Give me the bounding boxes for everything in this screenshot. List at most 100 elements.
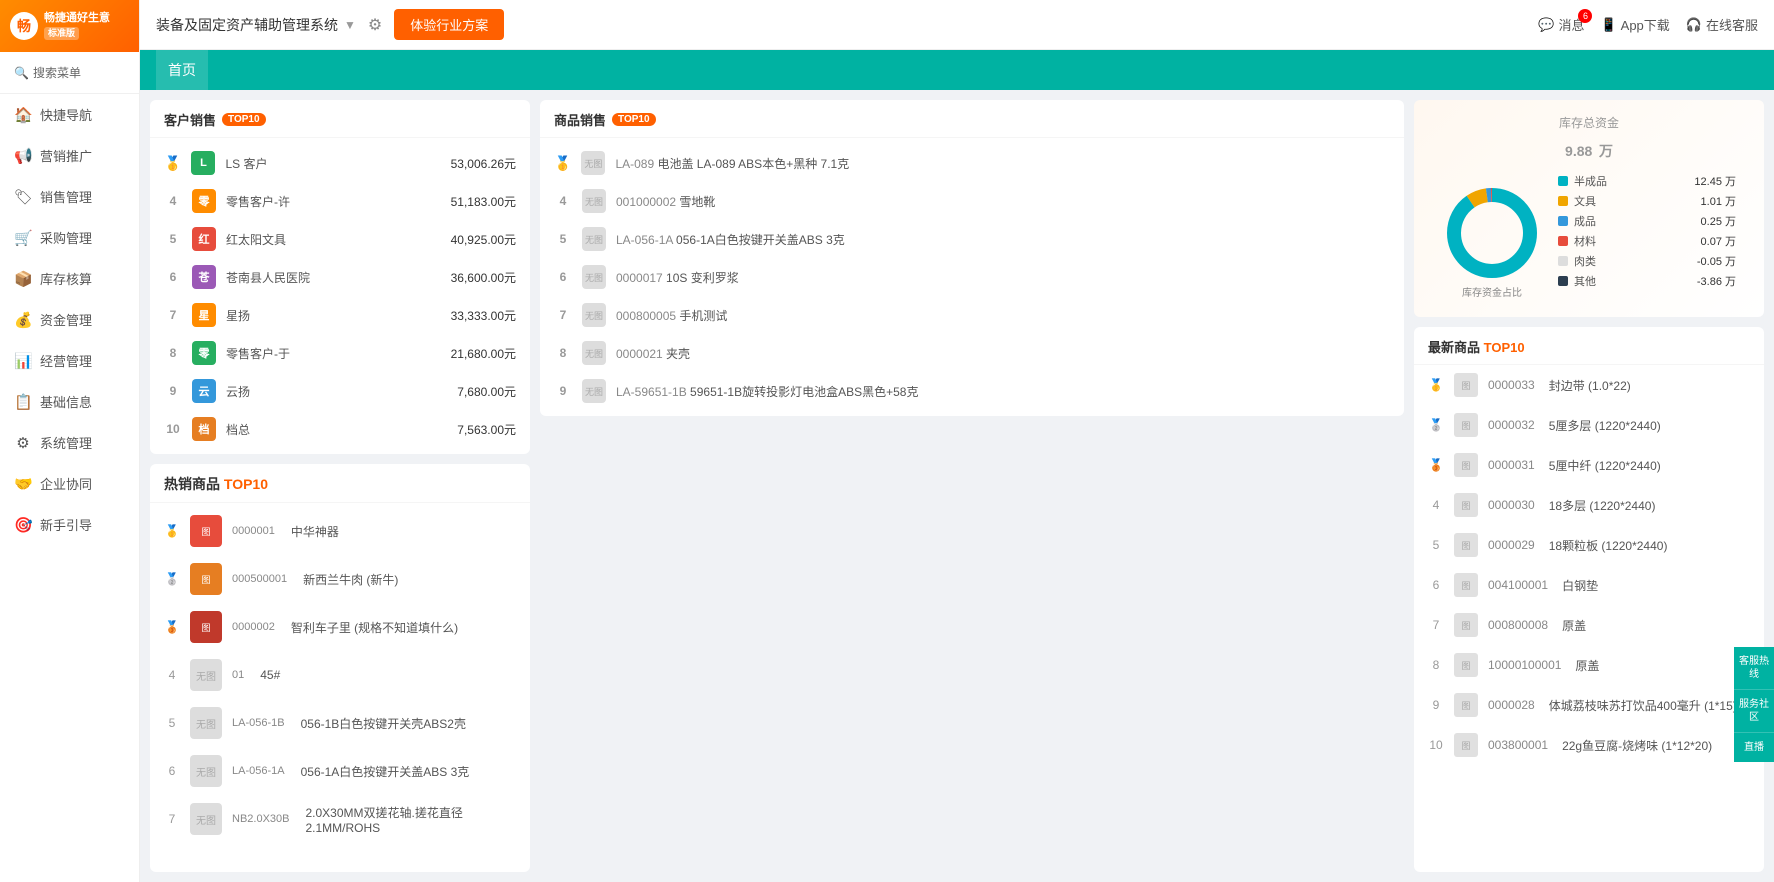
sidebar-item-base[interactable]: 📋 基础信息	[0, 381, 139, 422]
sales-icon: 🏷	[14, 188, 32, 206]
stock-total-label: 库存总资金	[1428, 114, 1750, 131]
table-row: 4 零 零售客户-许 51,183.00元	[150, 182, 530, 220]
list-item: 🥉 图 0000002 智利车子里 (规格不知道填什么)	[150, 603, 530, 651]
rank-number: 5	[1428, 538, 1444, 552]
table-row: 6 苍 苍南县人民医院 36,600.00元	[150, 258, 530, 296]
table-row: 🥇 L LS 客户 53,006.26元	[150, 144, 530, 182]
legend-item: 半成品 12.45 万	[1558, 173, 1736, 189]
list-item: 7 无图 NB2.0X30B 2.0X30MM双搓花轴.搓花直径2.1MM/RO…	[150, 795, 530, 843]
product-name: 原盖	[1575, 657, 1750, 674]
product-thumbnail: 无图	[582, 265, 606, 289]
content-area: 客户销售 TOP10 🥇 L LS 客户 53,006.26元 4 零 零售客户…	[140, 90, 1774, 882]
rank-number: 🥇	[1428, 378, 1444, 392]
customer-name: 苍南县人民医院	[226, 269, 441, 286]
legend-dot	[1558, 256, 1568, 266]
customer-value: 33,333.00元	[451, 307, 516, 324]
rank-number: 8	[164, 346, 182, 360]
rank-number: 9	[164, 384, 182, 398]
product-thumbnail: 无图	[190, 707, 222, 739]
sidebar-item-finance[interactable]: 💰 资金管理	[0, 299, 139, 340]
sidebar-item-company[interactable]: 🤝 企业协同	[0, 463, 139, 504]
customer-name: 档总	[226, 421, 447, 438]
list-item: 5 图 0000029 18颗粒板 (1220*2440)	[1414, 525, 1764, 565]
company-icon: 🤝	[14, 475, 32, 493]
legend-dot	[1558, 216, 1568, 226]
sidebar-search[interactable]: 🔍 搜索菜单	[0, 52, 139, 94]
rank-number: 9	[554, 384, 572, 398]
customer-value: 40,925.00元	[451, 231, 516, 248]
sidebar-item-sales[interactable]: 🏷 销售管理	[0, 176, 139, 217]
stock-icon: 📦	[14, 270, 32, 288]
product-thumbnail: 图	[1454, 733, 1478, 757]
rank-number: 7	[164, 308, 182, 322]
logo-icon: 畅	[10, 12, 38, 40]
product-thumbnail: 图	[1454, 693, 1478, 717]
sidebar-item-nav[interactable]: 🏠 快捷导航	[0, 94, 139, 135]
product-thumbnail: 图	[1454, 493, 1478, 517]
rank-number: 5	[554, 232, 572, 246]
product-thumbnail: 无图	[190, 755, 222, 787]
rank-number: 7	[554, 308, 572, 322]
sidebar-item-system[interactable]: ⚙ 系统管理	[0, 422, 139, 463]
product-name: 5厘多层 (1220*2440)	[1549, 417, 1750, 434]
customer-name: LS 客户	[225, 155, 440, 172]
product-name: 22g鱼豆腐-烧烤味 (1*12*20)	[1562, 737, 1750, 754]
sidebar-item-marketing[interactable]: 📢 营销推广	[0, 135, 139, 176]
customer-name: 红太阳文具	[226, 231, 441, 248]
message-button[interactable]: 💬 消息 6	[1538, 15, 1584, 34]
product-info: LA-089 电池盖 LA-089 ABS本色+黑种 7.1克	[615, 155, 1390, 172]
customer-value: 21,680.00元	[451, 345, 516, 362]
product-thumbnail: 无图	[190, 803, 222, 835]
product-thumbnail: 图	[1454, 613, 1478, 637]
base-icon: 📋	[14, 393, 32, 411]
customer-name: 云扬	[226, 383, 447, 400]
product-name: 体城荔枝味苏打饮品400毫升 (1*15)	[1549, 697, 1750, 714]
product-code: 0000002	[232, 621, 275, 633]
legend-dot	[1558, 276, 1568, 286]
rank-number: 9	[1428, 698, 1444, 712]
list-item: 4 无图 01 45#	[150, 651, 530, 699]
operations-icon: 📊	[14, 352, 32, 370]
customer-service-hotline-button[interactable]: 客服热线	[1734, 647, 1774, 690]
rank-number: 🥉	[164, 620, 180, 634]
product-info: LA-59651-1B 59651-1B旋转投影灯电池盒ABS黑色+58克	[616, 383, 1390, 400]
app-download-button[interactable]: 📱 App下载	[1600, 15, 1669, 34]
sidebar: 畅 畅捷通好生意 标准版 🔍 搜索菜单 🏠 快捷导航 📢 营销推广 🏷 销售管理…	[0, 0, 140, 882]
product-thumbnail: 无图	[581, 151, 605, 175]
service-community-button[interactable]: 服务社区	[1734, 690, 1774, 733]
legend-dot	[1558, 196, 1568, 206]
trial-button[interactable]: 体验行业方案	[394, 9, 504, 40]
settings-icon[interactable]: ⚙	[368, 15, 382, 35]
list-item: 9 图 0000028 体城荔枝味苏打饮品400毫升 (1*15)	[1414, 685, 1764, 725]
stock-legend: 半成品 12.45 万 文具 1.01 万 成品 0.25 万	[1558, 173, 1736, 293]
search-menu-button[interactable]: 🔍 搜索菜单	[10, 60, 129, 85]
customer-service-button[interactable]: 🎧 在线客服	[1686, 15, 1758, 34]
rank-number: 8	[1428, 658, 1444, 672]
home-tab[interactable]: 首页	[156, 50, 208, 90]
live-button[interactable]: 直播	[1734, 733, 1774, 762]
rank-number: 5	[164, 232, 182, 246]
product-info: 001000002 雪地靴	[616, 193, 1390, 210]
customer-name: 星扬	[226, 307, 441, 324]
list-item: 🥇 图 0000001 中华神器	[150, 507, 530, 555]
message-icon: 💬	[1538, 17, 1554, 33]
product-name: 新西兰牛肉 (新牛)	[303, 571, 516, 588]
rank-number: 7	[1428, 618, 1444, 632]
sidebar-item-purchase[interactable]: 🛒 采购管理	[0, 217, 139, 258]
sidebar-item-operations[interactable]: 📊 经营管理	[0, 340, 139, 381]
hot-products-title: 热销商品 TOP10	[164, 474, 268, 494]
product-thumbnail: 图	[190, 611, 222, 643]
product-name: 白钢垫	[1562, 577, 1750, 594]
product-sales-card: 商品销售 TOP10 🥇 无图 LA-089 电池盖 LA-089 ABS本色+…	[540, 100, 1404, 416]
rank-number: 🥉	[1428, 458, 1444, 472]
new-product-list: 🥇 图 0000033 封边带 (1.0*22) 🥈 图 0000032 5厘多…	[1414, 365, 1764, 765]
sidebar-item-guide[interactable]: 🎯 新手引导	[0, 504, 139, 545]
dropdown-icon[interactable]: ▼	[344, 18, 356, 32]
avatar: 红	[192, 227, 216, 251]
avatar: 零	[192, 189, 216, 213]
product-sales-header: 商品销售 TOP10	[540, 100, 1404, 138]
guide-icon: 🎯	[14, 516, 32, 534]
product-sales-list: 🥇 无图 LA-089 电池盖 LA-089 ABS本色+黑种 7.1克 4 无…	[540, 138, 1404, 416]
sidebar-item-stock[interactable]: 📦 库存核算	[0, 258, 139, 299]
product-name: 056-1B白色按键开关壳ABS2壳	[301, 715, 516, 732]
